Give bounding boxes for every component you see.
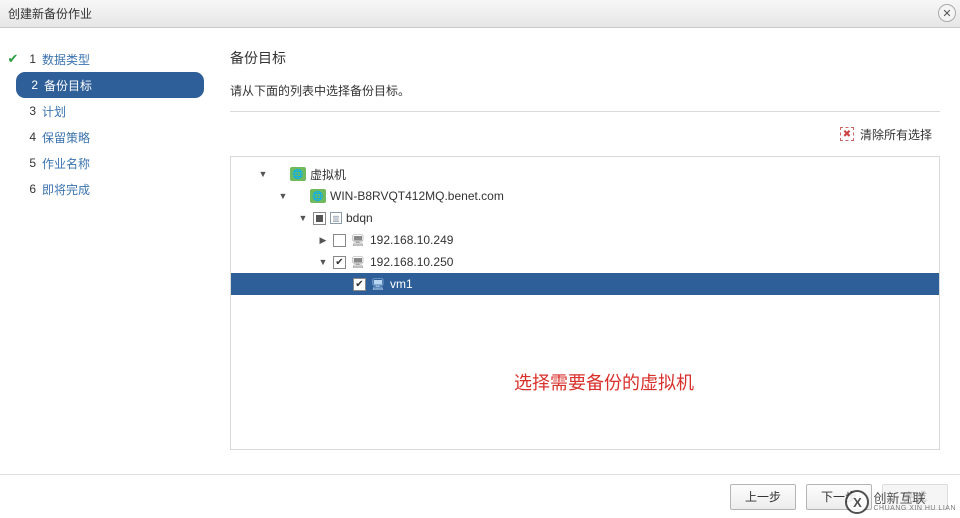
close-button[interactable]: ✕: [938, 4, 956, 22]
tree-node-label: 192.168.10.249: [370, 233, 453, 247]
tree-node-label: WIN-B8RVQT412MQ.benet.com: [330, 189, 504, 203]
divider: [230, 111, 940, 112]
step-number: 5: [20, 156, 36, 170]
close-icon: ✕: [942, 7, 951, 20]
clear-selection-icon: ✖: [840, 127, 854, 141]
chevron-down-icon[interactable]: [317, 257, 329, 267]
tree-node-label: 虚拟机: [310, 166, 346, 183]
wizard-content-panel: 备份目标 请从下面的列表中选择备份目标。 ✖ 清除所有选择 🌐 虚拟机 🌐 WIN-B…: [210, 28, 960, 474]
step-label: 即将完成: [42, 181, 90, 198]
step-number: 4: [20, 130, 36, 144]
clear-selection-link[interactable]: 清除所有选择: [860, 126, 932, 143]
wizard-step-5[interactable]: 5 作业名称: [0, 150, 210, 176]
step-number: 1: [20, 52, 36, 66]
step-label: 保留策略: [42, 129, 90, 146]
wizard-step-4[interactable]: 4 保留策略: [0, 124, 210, 150]
wizard-step-2[interactable]: 2 备份目标: [16, 72, 204, 98]
tree-checkbox[interactable]: [353, 278, 366, 291]
wizard-footer: 上一步 下一步 完成: [0, 474, 960, 518]
step-label: 数据类型: [42, 51, 90, 68]
step-number: 2: [22, 78, 38, 92]
wizard-step-1[interactable]: ✔1 数据类型: [0, 46, 210, 72]
step-label: 备份目标: [44, 77, 92, 94]
tree-checkbox[interactable]: [333, 234, 346, 247]
tree-node[interactable]: 🖥 192.168.10.249: [231, 229, 939, 251]
host-icon: 🖥: [350, 233, 366, 247]
chevron-down-icon[interactable]: [257, 169, 269, 179]
tree-node[interactable]: 🌐 WIN-B8RVQT412MQ.benet.com: [231, 185, 939, 207]
step-label: 计划: [42, 103, 66, 120]
check-icon: ✔: [6, 51, 20, 67]
vcenter-icon: 🌐: [290, 167, 306, 181]
tree-node[interactable]: 🖥 192.168.10.250: [231, 251, 939, 273]
host-icon: 🖥: [350, 255, 366, 269]
back-button[interactable]: 上一步: [730, 484, 796, 510]
tree-node[interactable]: 🖥 vm1: [231, 273, 939, 295]
wizard-step-3[interactable]: 3 计划: [0, 98, 210, 124]
tree-checkbox[interactable]: [313, 212, 326, 225]
datacenter-icon: ▥: [330, 212, 342, 224]
chevron-right-icon[interactable]: [317, 235, 329, 246]
tree-checkbox[interactable]: [333, 256, 346, 269]
chevron-down-icon[interactable]: [277, 191, 289, 201]
wizard-step-6[interactable]: 6 即将完成: [0, 176, 210, 202]
page-subtitle: 请从下面的列表中选择备份目标。: [230, 82, 940, 99]
tree-node-label: vm1: [390, 277, 413, 291]
tree-node[interactable]: 🌐 虚拟机: [231, 163, 939, 185]
window-title: 创建新备份作业: [8, 5, 92, 22]
tree-node-label: 192.168.10.250: [370, 255, 453, 269]
finish-button: 完成: [882, 484, 948, 510]
tree-node-label: bdqn: [346, 211, 373, 225]
target-tree: 🌐 虚拟机 🌐 WIN-B8RVQT412MQ.benet.com ▥ bdqn 🖥 192.…: [230, 156, 940, 450]
wizard-steps-sidebar: ✔1 数据类型 2 备份目标 3 计划 4 保留策略 5 作业名称 6 即将完成: [0, 28, 210, 474]
page-title: 备份目标: [230, 48, 940, 68]
annotation-text: 选择需要备份的虚拟机: [514, 369, 694, 395]
next-button[interactable]: 下一步: [806, 484, 872, 510]
vm-icon: 🖥: [370, 277, 386, 291]
tree-node[interactable]: ▥ bdqn: [231, 207, 939, 229]
window-titlebar: 创建新备份作业 ✕: [0, 0, 960, 28]
step-number: 6: [20, 182, 36, 196]
vcenter-icon: 🌐: [310, 189, 326, 203]
step-label: 作业名称: [42, 155, 90, 172]
step-number: 3: [20, 104, 36, 118]
chevron-down-icon[interactable]: [297, 213, 309, 223]
